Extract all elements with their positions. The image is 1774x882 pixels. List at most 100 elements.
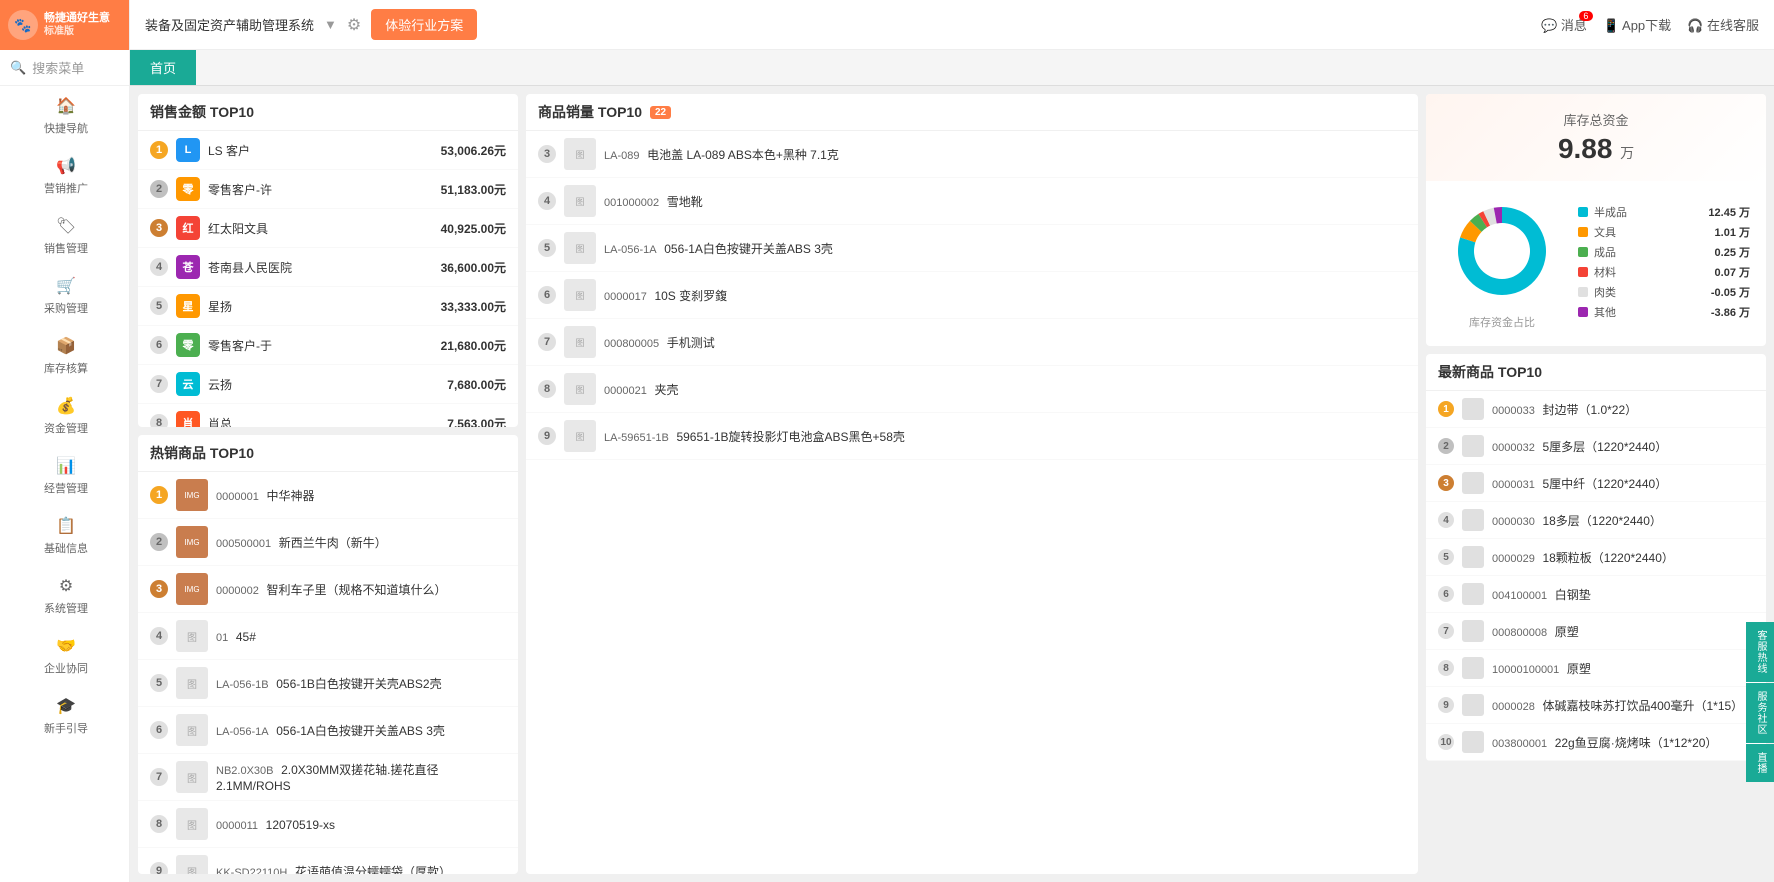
legend-color <box>1578 267 1588 277</box>
rank-number: 6 <box>1438 586 1454 602</box>
product-name: 056-1A白色按键开关盖ABS 3壳 <box>276 724 445 738</box>
rank-number: 5 <box>1438 549 1454 565</box>
product-placeholder: 图 <box>176 620 208 652</box>
product-code: 0000033 <box>1492 405 1535 417</box>
float-service-button[interactable]: 客服热线 <box>1746 622 1774 682</box>
sidebar-item-basic[interactable]: 📋基础信息 <box>0 506 129 566</box>
product-info: 01 45# <box>216 629 256 644</box>
sidebar-item-system[interactable]: ⚙系统管理 <box>0 566 129 626</box>
inventory-unit: 万 <box>1620 145 1634 161</box>
rank-number: 8 <box>1438 660 1454 676</box>
rank-number: 9 <box>1438 697 1454 713</box>
rank-number: 10 <box>1438 734 1454 750</box>
list-item: 8 10000100001 原塑 <box>1426 650 1766 687</box>
float-service-button[interactable]: 直播 <box>1746 744 1774 782</box>
list-item: 4 0000030 18多层（1220*2440） <box>1426 502 1766 539</box>
sidebar: 🐾 畅捷通好生意 标准版 🔍 搜索菜单 🏠快捷导航📢营销推广🏷销售管理🛒采购管理… <box>0 0 130 882</box>
top-selling-card: 商品销量 TOP10 22 3 图 LA-089 电池盖 LA-089 ABS本… <box>526 94 1418 874</box>
rank-number: 3 <box>1438 475 1454 491</box>
product-info: 0000032 5厘多层（1220*2440） <box>1492 438 1667 455</box>
sidebar-nav: 🏠快捷导航📢营销推广🏷销售管理🛒采购管理📦库存核算💰资金管理📊经营管理📋基础信息… <box>0 86 129 882</box>
product-info: 0000021 夹壳 <box>604 381 678 398</box>
legend-value: 1.01 万 <box>1715 224 1750 240</box>
sales-icon: 🏷 <box>56 216 76 236</box>
home-tab[interactable]: 首页 <box>130 50 196 85</box>
sidebar-item-inventory[interactable]: 📦库存核算 <box>0 326 129 386</box>
notification-badge[interactable]: 💬 消息 6 <box>1541 15 1587 34</box>
rank-number: 4 <box>150 258 168 276</box>
product-placeholder: 图 <box>564 326 596 358</box>
rank-number: 4 <box>538 192 556 210</box>
avatar: L <box>176 138 200 162</box>
inventory-value: 9.88 <box>1558 133 1613 164</box>
avatar: 肖 <box>176 411 200 427</box>
float-service-button[interactable]: 服务社区 <box>1746 683 1774 743</box>
product-name: 白钢垫 <box>1555 588 1591 602</box>
app-download[interactable]: 📱 App下载 <box>1603 15 1671 34</box>
product-info: 0000011 12070519-xs <box>216 817 335 832</box>
sidebar-item-enterprise[interactable]: 🤝企业协同 <box>0 626 129 686</box>
marketing-icon: 📢 <box>56 156 76 176</box>
rank-number: 1 <box>150 141 168 159</box>
rank-number: 4 <box>150 627 168 645</box>
settings-icon[interactable]: ⚙ <box>347 15 361 35</box>
product-name: 5厘多层（1220*2440） <box>1542 440 1667 454</box>
hot-products-card: 热销商品 TOP10 1 IMG 0000001 中华神器 2 IMG 0005… <box>138 435 518 874</box>
inventory-card: 库存总资金 9.88 万 库存资金占比 半成品 12.45 万 文具 1.01 … <box>1426 94 1766 346</box>
legend-item: 文具 1.01 万 <box>1578 224 1750 240</box>
trial-button[interactable]: 体验行业方案 <box>371 9 477 40</box>
avatar: 零 <box>176 333 200 357</box>
product-name: 12070519-xs <box>266 818 335 832</box>
dropdown-arrow-icon[interactable]: ▼ <box>324 17 337 32</box>
list-item: 3 0000031 5厘中纤（1220*2440） <box>1426 465 1766 502</box>
table-row: 2 零 零售客户-许 51,183.00元 <box>138 170 518 209</box>
product-placeholder: 图 <box>176 714 208 746</box>
legend-item: 其他 -3.86 万 <box>1578 304 1750 320</box>
purchase-icon: 🛒 <box>56 276 76 296</box>
list-item: 7 000800008 原塑 <box>1426 613 1766 650</box>
rank-number: 6 <box>150 336 168 354</box>
sidebar-item-purchase[interactable]: 🛒采购管理 <box>0 266 129 326</box>
avatar: 苍 <box>176 255 200 279</box>
product-placeholder <box>1462 398 1484 420</box>
product-info: LA-056-1A 056-1A白色按键开关盖ABS 3壳 <box>216 722 445 739</box>
product-code: 0000031 <box>1492 479 1535 491</box>
donut-section: 库存资金占比 半成品 12.45 万 文具 1.01 万 成品 0.25 万 材… <box>1426 181 1766 346</box>
product-placeholder: 图 <box>176 855 208 874</box>
product-code: 0000017 <box>604 291 647 303</box>
legend-color <box>1578 247 1588 257</box>
sidebar-item-operations[interactable]: 📊经营管理 <box>0 446 129 506</box>
product-code: 01 <box>216 632 228 644</box>
sidebar-item-marketing[interactable]: 📢营销推广 <box>0 146 129 206</box>
system-icon: ⚙ <box>59 576 73 596</box>
customer-value: 7,563.00元 <box>447 415 506 428</box>
product-code: 000800008 <box>1492 627 1547 639</box>
system-title: 装备及固定资产辅助管理系统 <box>145 15 314 34</box>
inventory-total-value-row: 9.88 万 <box>1446 133 1746 165</box>
list-item: 3 IMG 0000002 智利车子里（规格不知道填什么） <box>138 566 518 613</box>
list-item: 5 0000029 18颗粒板（1220*2440） <box>1426 539 1766 576</box>
online-service[interactable]: 🎧 在线客服 <box>1687 15 1759 34</box>
legend-color <box>1578 307 1588 317</box>
product-name: 18多层（1220*2440） <box>1542 514 1661 528</box>
list-item: 6 图 LA-056-1A 056-1A白色按键开关盖ABS 3壳 <box>138 707 518 754</box>
latest-products-list: 1 0000033 封边带（1.0*22） 2 0000032 5厘多层（122… <box>1426 391 1766 761</box>
customer-value: 21,680.00元 <box>441 337 506 354</box>
product-code: 0000002 <box>216 585 259 597</box>
rank-number: 2 <box>150 533 168 551</box>
product-placeholder <box>1462 694 1484 716</box>
search-menu[interactable]: 🔍 搜索菜单 <box>0 50 129 86</box>
product-placeholder <box>1462 657 1484 679</box>
sidebar-item-finance[interactable]: 💰资金管理 <box>0 386 129 446</box>
product-info: 000800005 手机测试 <box>604 334 715 351</box>
list-item: 10 003800001 22g鱼豆腐·烧烤味（1*12*20） <box>1426 724 1766 761</box>
sidebar-item-quick-nav[interactable]: 🏠快捷导航 <box>0 86 129 146</box>
rank-number: 8 <box>150 414 168 427</box>
list-item: 1 0000033 封边带（1.0*22） <box>1426 391 1766 428</box>
donut-chart-container: 库存资金占比 <box>1442 191 1562 336</box>
product-info: 003800001 22g鱼豆腐·烧烤味（1*12*20） <box>1492 734 1717 751</box>
sidebar-item-guide[interactable]: 🎓新手引导 <box>0 686 129 746</box>
customer-name: LS 客户 <box>208 142 433 159</box>
latest-products-card: 最新商品 TOP10 1 0000033 封边带（1.0*22） 2 00000… <box>1426 354 1766 761</box>
sidebar-item-sales[interactable]: 🏷销售管理 <box>0 206 129 266</box>
